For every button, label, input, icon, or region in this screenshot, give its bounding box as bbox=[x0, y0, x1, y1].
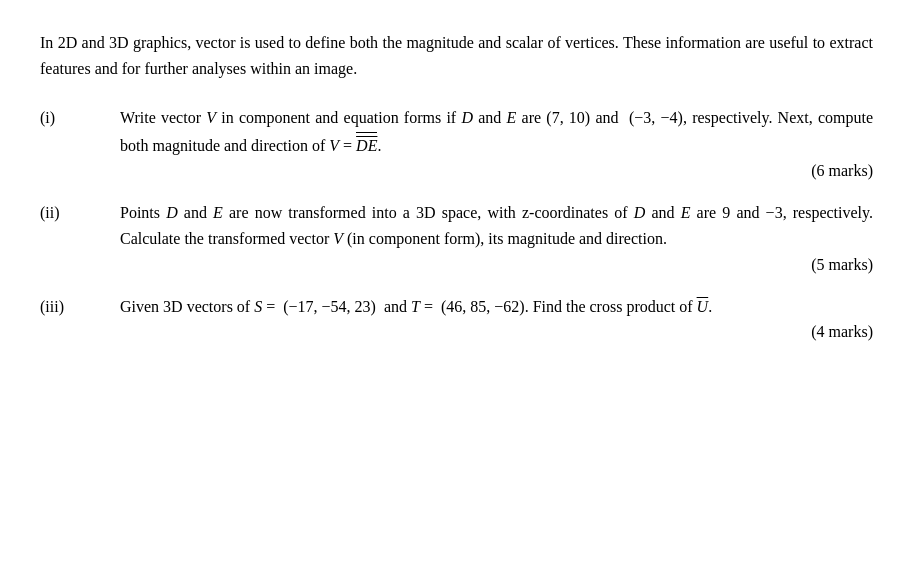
intro-paragraph: In 2D and 3D graphics, vector is used to… bbox=[40, 30, 873, 81]
question-content-i: Write vector V in component and equation… bbox=[120, 105, 873, 158]
vector-U: U bbox=[697, 298, 709, 315]
question-label-i: (i) bbox=[40, 105, 120, 131]
question-block-i: (i) Write vector V in component and equa… bbox=[40, 105, 873, 180]
marks-iii: (4 marks) bbox=[40, 323, 873, 341]
var-V2: V bbox=[329, 137, 339, 154]
var-D2: D bbox=[166, 204, 178, 221]
question-row-iii: (iii) Given 3D vectors of S = (−17, −54,… bbox=[40, 294, 873, 320]
var-V3: V bbox=[333, 230, 343, 247]
question-block-iii: (iii) Given 3D vectors of S = (−17, −54,… bbox=[40, 294, 873, 342]
var-S: S bbox=[254, 298, 262, 315]
vector-DE: DE bbox=[356, 131, 377, 159]
var-D3: D bbox=[634, 204, 646, 221]
var-E3: E bbox=[681, 204, 691, 221]
var-E2: E bbox=[213, 204, 223, 221]
var-D: D bbox=[461, 109, 473, 126]
coord-E: (−3, −4) bbox=[629, 109, 683, 126]
question-content-ii: Points D and E are now transformed into … bbox=[120, 200, 873, 251]
var-T: T bbox=[411, 298, 420, 315]
var-V: V bbox=[206, 109, 216, 126]
question-content-iii: Given 3D vectors of S = (−17, −54, 23) a… bbox=[120, 294, 873, 320]
coord-D: (7, 10) bbox=[546, 109, 590, 126]
question-block-ii: (ii) Points D and E are now transformed … bbox=[40, 200, 873, 273]
question-label-iii: (iii) bbox=[40, 294, 120, 320]
var-E: E bbox=[507, 109, 517, 126]
question-label-ii: (ii) bbox=[40, 200, 120, 226]
question-row-i: (i) Write vector V in component and equa… bbox=[40, 105, 873, 158]
question-row-ii: (ii) Points D and E are now transformed … bbox=[40, 200, 873, 251]
marks-ii: (5 marks) bbox=[40, 256, 873, 274]
marks-i: (6 marks) bbox=[40, 162, 873, 180]
